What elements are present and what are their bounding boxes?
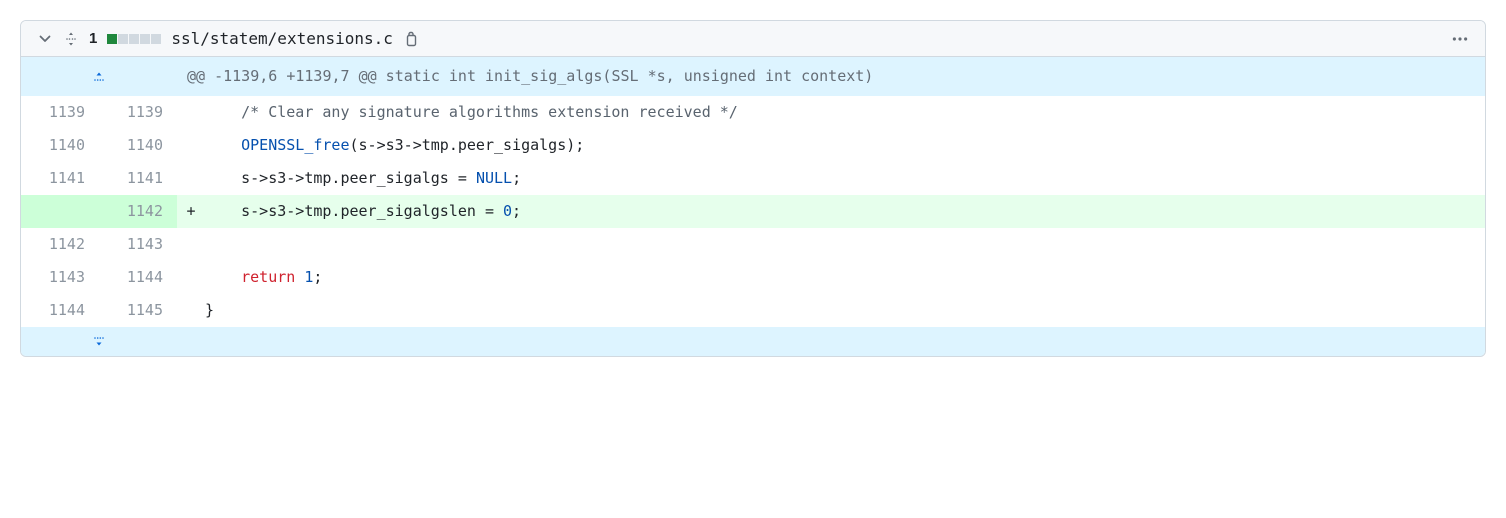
code-cell bbox=[205, 228, 1485, 261]
code-cell: OPENSSL_free(s->s3->tmp.peer_sigalgs); bbox=[205, 129, 1485, 162]
code-cell: s->s3->tmp.peer_sigalgslen = 0; bbox=[205, 195, 1485, 228]
code-cell: s->s3->tmp.peer_sigalgs = NULL; bbox=[205, 162, 1485, 195]
diff-marker bbox=[177, 294, 205, 327]
code-row: 11391139 /* Clear any signature algorith… bbox=[21, 96, 1485, 129]
code-row: 11421143 bbox=[21, 228, 1485, 261]
expand-down-row bbox=[21, 327, 1485, 356]
expand-all-icon[interactable] bbox=[63, 31, 79, 47]
line-numbers[interactable]: 11431144 bbox=[21, 261, 177, 294]
code-cell: /* Clear any signature algorithms extens… bbox=[205, 96, 1485, 129]
code-row: 11411141 s->s3->tmp.peer_sigalgs = NULL; bbox=[21, 162, 1485, 195]
diff-table: @@ -1139,6 +1139,7 @@ static int init_si… bbox=[21, 57, 1485, 356]
diffstat bbox=[107, 34, 161, 44]
diff-marker bbox=[177, 96, 205, 129]
diff-file: 1 ssl/statem/extensions.c bbox=[20, 20, 1486, 357]
diffstat-block-add bbox=[107, 34, 117, 44]
code-row: 1142+ s->s3->tmp.peer_sigalgslen = 0; bbox=[21, 195, 1485, 228]
diff-marker bbox=[177, 162, 205, 195]
file-path[interactable]: ssl/statem/extensions.c bbox=[171, 29, 393, 48]
line-numbers[interactable]: 11401140 bbox=[21, 129, 177, 162]
diffstat-block-neutral bbox=[129, 34, 139, 44]
line-numbers[interactable]: 11411141 bbox=[21, 162, 177, 195]
change-count: 1 bbox=[89, 30, 97, 47]
hunk-header-text: @@ -1139,6 +1139,7 @@ static int init_si… bbox=[177, 57, 1485, 96]
diffstat-block-neutral bbox=[118, 34, 128, 44]
copy-icon[interactable] bbox=[403, 31, 419, 47]
code-row: 11401140 OPENSSL_free(s->s3->tmp.peer_si… bbox=[21, 129, 1485, 162]
file-header: 1 ssl/statem/extensions.c bbox=[21, 21, 1485, 57]
diff-marker: + bbox=[177, 195, 205, 228]
line-numbers[interactable]: 11421143 bbox=[21, 228, 177, 261]
line-numbers[interactable]: 1142 bbox=[21, 195, 177, 228]
code-row: 11441145 } bbox=[21, 294, 1485, 327]
expand-down-icon[interactable] bbox=[21, 327, 177, 356]
diffstat-block-neutral bbox=[140, 34, 150, 44]
line-numbers[interactable]: 11391139 bbox=[21, 96, 177, 129]
diff-marker bbox=[177, 228, 205, 261]
code-cell: return 1; bbox=[205, 261, 1485, 294]
chevron-down-icon[interactable] bbox=[37, 31, 53, 47]
diff-marker bbox=[177, 129, 205, 162]
kebab-menu-icon[interactable] bbox=[1451, 30, 1469, 48]
diffstat-block-neutral bbox=[151, 34, 161, 44]
diff-marker bbox=[177, 261, 205, 294]
code-cell: } bbox=[205, 294, 1485, 327]
code-row: 11431144 return 1; bbox=[21, 261, 1485, 294]
hunk-header-row: @@ -1139,6 +1139,7 @@ static int init_si… bbox=[21, 57, 1485, 96]
expand-up-icon[interactable] bbox=[21, 57, 177, 96]
line-numbers[interactable]: 11441145 bbox=[21, 294, 177, 327]
